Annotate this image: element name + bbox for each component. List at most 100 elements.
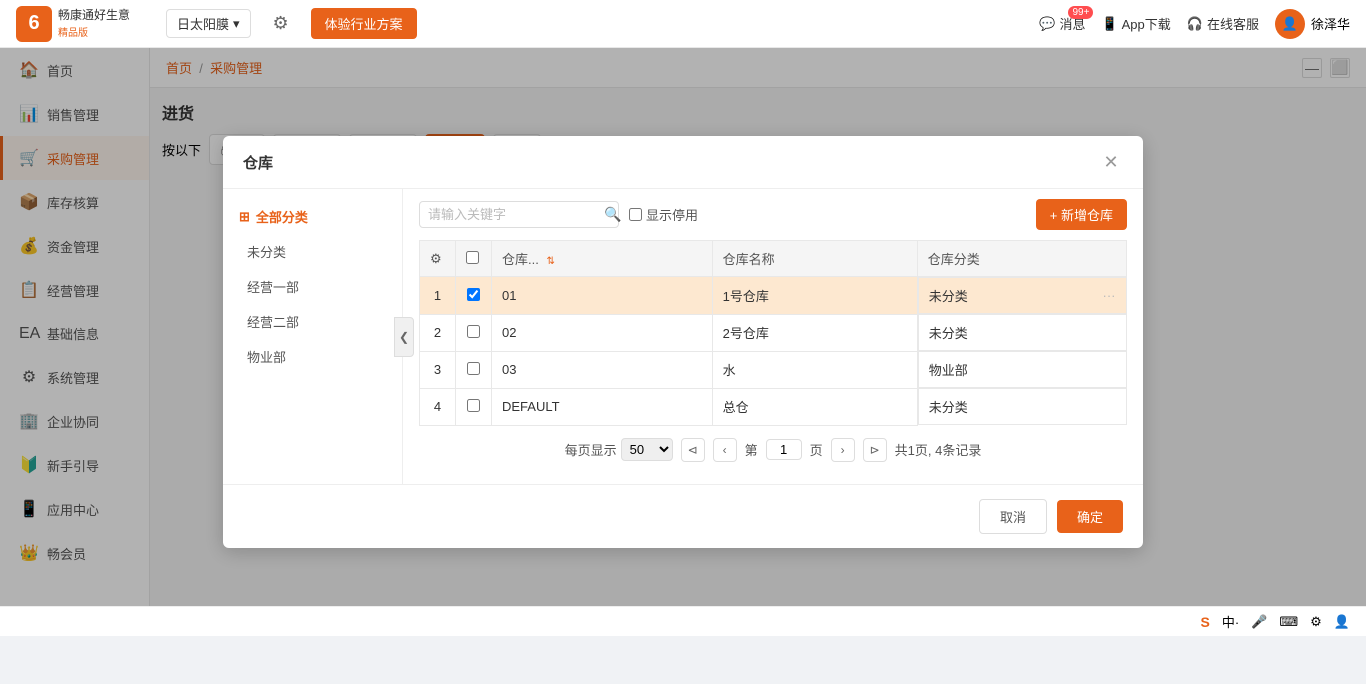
modal-footer: 取消 确定 — [223, 484, 1143, 548]
row-category: 未分类 — [918, 388, 1127, 425]
category-item-ops2[interactable]: 经营二部 — [223, 304, 402, 339]
last-page-button[interactable]: ⊳ — [863, 438, 887, 462]
row-checkbox[interactable] — [467, 362, 480, 375]
table-row[interactable]: 1 01 1号仓库 未分类··· — [420, 277, 1127, 315]
pagination: 每页显示 50 100 200 ⊲ ‹ 第 页 › ⊳ 共1页, 4条记录 — [419, 426, 1127, 474]
ops1-label: 经营一部 — [247, 280, 299, 295]
logo-icon: 6 — [16, 6, 52, 42]
table-container: ⚙ 仓库... ⇅ 仓库名称 仓库分类 — [419, 240, 1127, 426]
row-checkbox-cell[interactable] — [456, 314, 492, 351]
notification-badge: 99+ — [1068, 6, 1093, 19]
modal-overlay: 仓库 ✕ ⊞ 全部分类 未分类 经营一部 经营二部 — [0, 48, 1366, 636]
th-checkbox[interactable] — [456, 241, 492, 277]
row-checkbox[interactable] — [467, 325, 480, 338]
warehouse-modal: 仓库 ✕ ⊞ 全部分类 未分类 经营一部 经营二部 — [223, 136, 1143, 548]
first-page-button[interactable]: ⊲ — [681, 438, 705, 462]
total-info: 共1页, 4条记录 — [895, 440, 982, 459]
show-disabled-checkbox-wrap[interactable]: 显示停用 — [629, 205, 698, 224]
per-page-dropdown[interactable]: 50 100 200 — [621, 438, 673, 461]
th-settings[interactable]: ⚙ — [420, 241, 456, 277]
row-checkbox[interactable] — [467, 288, 480, 301]
try-industry-button[interactable]: 体验行业方案 — [311, 8, 417, 39]
app-download-button[interactable]: 📱 App下载 — [1101, 14, 1170, 33]
settings-status-icon[interactable]: ⚙ — [1310, 614, 1322, 630]
user-status-icon[interactable]: 👤 — [1334, 614, 1350, 630]
modal-close-button[interactable]: ✕ — [1099, 150, 1123, 174]
category-panel: ⊞ 全部分类 未分类 经营一部 经营二部 物业部 ❮ — [223, 189, 403, 484]
table-row[interactable]: 4 DEFAULT 总仓 未分类 — [420, 388, 1127, 425]
show-disabled-label: 显示停用 — [646, 205, 698, 224]
category-item-property[interactable]: 物业部 — [223, 339, 402, 374]
page-size-select: 每页显示 50 100 200 — [565, 438, 673, 461]
row-num: 3 — [420, 351, 456, 388]
th-category: 仓库分类 — [917, 241, 1126, 277]
th-code: 仓库... ⇅ — [492, 241, 713, 277]
mic-icon[interactable]: 🎤 — [1251, 614, 1267, 630]
table-body: 1 01 1号仓库 未分类··· 2 02 2号仓库 未分类 3 03 水 物业… — [420, 277, 1127, 426]
row-code: 01 — [492, 277, 713, 315]
sort-icon-code: ⇅ — [546, 256, 554, 267]
keyboard-icon[interactable]: ⌨ — [1279, 614, 1298, 630]
notification-area[interactable]: 💬 99+ 消息 — [1039, 14, 1085, 33]
row-actions-icon[interactable]: ··· — [1103, 288, 1116, 303]
chevron-down-icon: ▾ — [233, 16, 240, 32]
select-all-checkbox[interactable] — [466, 251, 479, 264]
row-checkbox-cell[interactable] — [456, 277, 492, 315]
table-row[interactable]: 2 02 2号仓库 未分类 — [420, 314, 1127, 351]
category-item-unclassified[interactable]: 未分类 — [223, 234, 402, 269]
modal-title: 仓库 — [243, 152, 273, 173]
headset-icon: 🎧 — [1187, 16, 1203, 32]
collapse-panel-button[interactable]: ❮ — [394, 317, 414, 357]
all-categories-label: 全部分类 — [256, 207, 308, 226]
cancel-button[interactable]: 取消 — [979, 499, 1047, 534]
table-header-row: ⚙ 仓库... ⇅ 仓库名称 仓库分类 — [420, 241, 1127, 277]
top-header: 6 畅康通好生意 精品版 日太阳膜 ▾ ⚙ 体验行业方案 💬 99+ 消息 📱 … — [0, 0, 1366, 48]
table-panel: 🔍 显示停用 + 新增仓库 ⚙ — [403, 189, 1143, 484]
row-checkbox[interactable] — [467, 399, 480, 412]
per-page-label: 每页显示 — [565, 440, 617, 459]
row-category: 未分类··· — [918, 277, 1127, 314]
user-profile-area[interactable]: 👤 徐泽华 — [1275, 9, 1350, 39]
page-label: 第 — [745, 440, 758, 459]
row-name: 1号仓库 — [712, 277, 917, 315]
next-page-button[interactable]: › — [831, 438, 855, 462]
page-number-input[interactable] — [766, 439, 802, 460]
search-input[interactable] — [428, 207, 604, 222]
online-service-button[interactable]: 🎧 在线客服 — [1187, 14, 1259, 33]
category-item-ops1[interactable]: 经营一部 — [223, 269, 402, 304]
prev-page-button[interactable]: ‹ — [713, 438, 737, 462]
ops2-label: 经营二部 — [247, 315, 299, 330]
th-name: 仓库名称 — [712, 241, 917, 277]
settings-icon[interactable]: ⚙ — [267, 10, 295, 38]
message-icon: 💬 — [1039, 16, 1055, 32]
warehouse-table: ⚙ 仓库... ⇅ 仓库名称 仓库分类 — [419, 240, 1127, 426]
row-checkbox-cell[interactable] — [456, 388, 492, 425]
header-right: 💬 99+ 消息 📱 App下载 🎧 在线客服 👤 徐泽华 — [1039, 9, 1350, 39]
add-warehouse-button[interactable]: + 新增仓库 — [1036, 199, 1127, 230]
logo-area: 6 畅康通好生意 精品版 — [16, 6, 166, 42]
row-checkbox-cell[interactable] — [456, 351, 492, 388]
row-num: 1 — [420, 277, 456, 315]
header-mid: 日太阳膜 ▾ ⚙ 体验行业方案 — [166, 8, 1039, 39]
row-code: 02 — [492, 314, 713, 351]
unclassified-label: 未分类 — [247, 245, 286, 260]
table-toolbar: 🔍 显示停用 + 新增仓库 — [419, 199, 1127, 230]
logo-title: 畅康通好生意 — [58, 8, 130, 24]
row-category: 未分类 — [918, 314, 1127, 351]
row-num: 2 — [420, 314, 456, 351]
all-categories-item[interactable]: ⊞ 全部分类 — [223, 199, 402, 234]
search-icon[interactable]: 🔍 — [604, 206, 621, 223]
show-disabled-checkbox[interactable] — [629, 208, 642, 221]
phone-icon: 📱 — [1101, 16, 1117, 32]
store-selector[interactable]: 日太阳膜 ▾ — [166, 9, 251, 38]
row-code: 03 — [492, 351, 713, 388]
status-lang-label: 中· — [1222, 612, 1239, 631]
modal-body: ⊞ 全部分类 未分类 经营一部 经营二部 物业部 ❮ — [223, 189, 1143, 484]
table-row[interactable]: 3 03 水 物业部 — [420, 351, 1127, 388]
modal-header: 仓库 ✕ — [223, 136, 1143, 189]
user-name: 徐泽华 — [1311, 14, 1350, 33]
row-category: 物业部 — [918, 351, 1127, 388]
confirm-button[interactable]: 确定 — [1057, 500, 1123, 533]
logo-subtitle: 精品版 — [58, 24, 130, 39]
row-code: DEFAULT — [492, 388, 713, 425]
